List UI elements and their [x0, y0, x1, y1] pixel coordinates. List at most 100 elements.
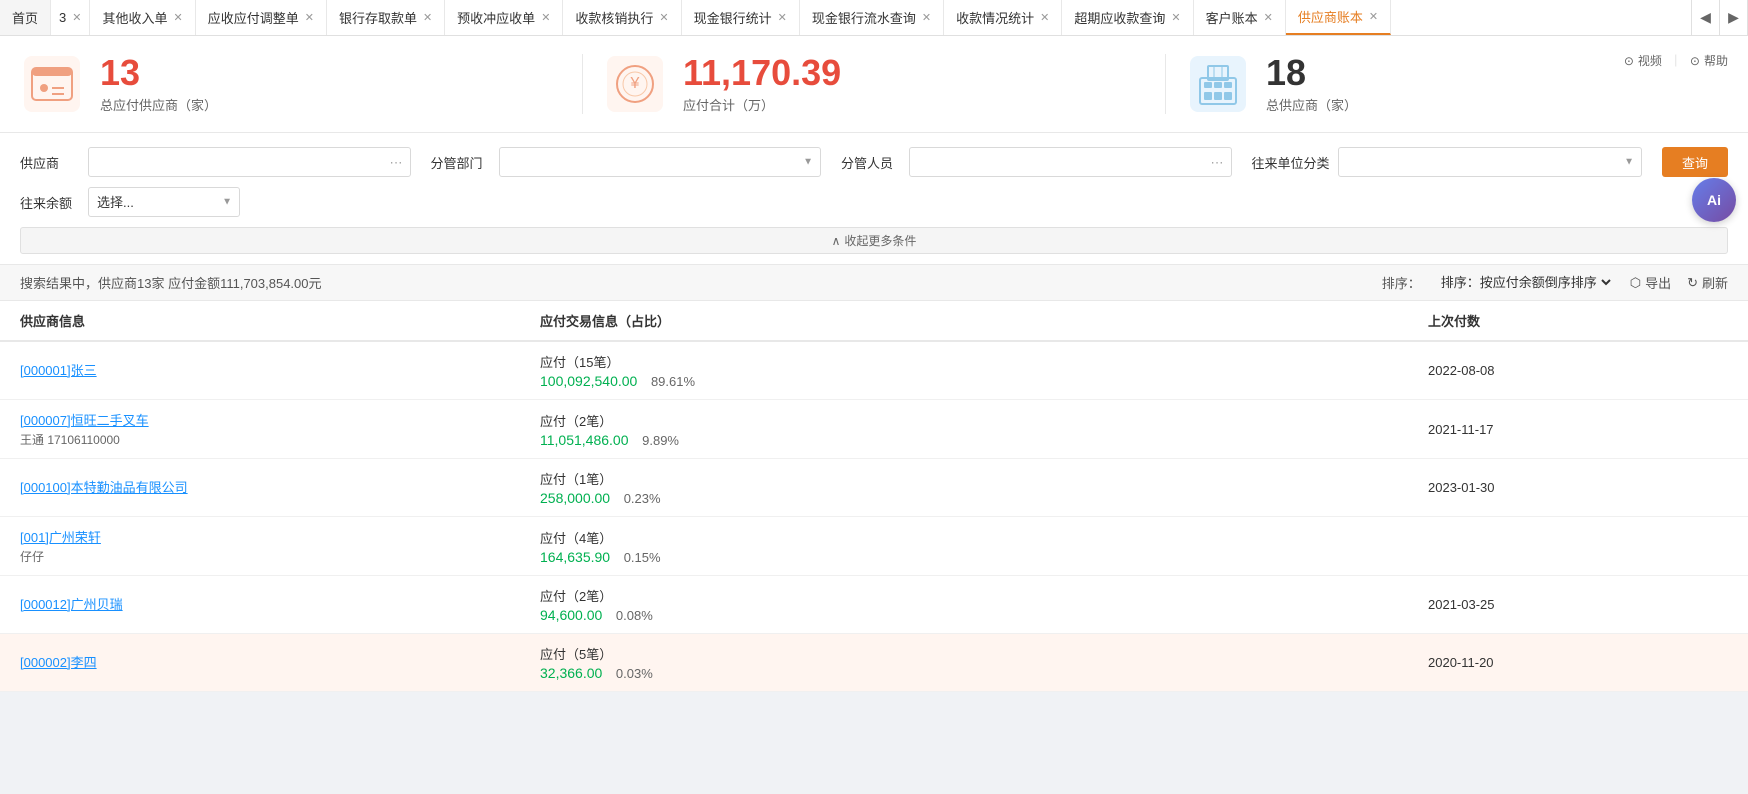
stats-header: 13 总应付供应商（家） ¥ 11,170.39 应付合计（万） [0, 36, 1748, 133]
circle-icon: ⊙ [1624, 54, 1634, 68]
nav-prev-arrow[interactable]: ◀ [1692, 0, 1720, 36]
export-label: 导出 [1645, 273, 1671, 292]
table-col-last-pay: 上次付数 [1428, 311, 1728, 330]
pay-info-2: 应付（2笔） 11,051,486.00 9.89% [540, 411, 1428, 448]
dept-select[interactable] [499, 147, 822, 177]
filter-row-1: 供应商 ··· 分管部门 ▼ 分管人员 ··· 往来单位分类 [20, 147, 1728, 177]
nav-other-income-label: 其他收入单 [102, 8, 167, 27]
close-icon[interactable]: ✕ [922, 11, 931, 24]
nav-customer-account[interactable]: 客户账本 ✕ [1194, 0, 1286, 35]
nav-cash-bank-flow-label: 现金银行流水查询 [812, 8, 916, 27]
nav-ap-adjust-label: 应收应付调整单 [208, 8, 299, 27]
stat-payable-suppliers: 13 总应付供应商（家） [20, 52, 562, 116]
stat-payable-total: ¥ 11,170.39 应付合计（万） [603, 52, 1145, 116]
video-link[interactable]: 视频 [1638, 52, 1662, 69]
category-select[interactable] [1338, 147, 1642, 177]
close-icon[interactable]: ✕ [541, 11, 550, 24]
supplier-dots-icon[interactable]: ··· [390, 155, 403, 170]
close-icon[interactable]: ✕ [1040, 11, 1049, 24]
nav-collect-verify[interactable]: 收款核销执行 ✕ [563, 0, 681, 35]
query-button[interactable]: 查询 [1662, 147, 1728, 177]
result-actions: 排序： 排序：按应付余额倒序排序 ⬡ 导出 ↻ 刷新 [1382, 273, 1728, 292]
payable-suppliers-number: 13 [100, 55, 217, 91]
pay-label-6: 应付（5笔） [540, 644, 1428, 663]
supplier-link-4[interactable]: [001]广州荣轩 [20, 527, 540, 546]
nav-next-arrow[interactable]: ▶ [1720, 0, 1748, 36]
person-dots-icon[interactable]: ··· [1211, 155, 1224, 170]
balance-label: 往来余额 [20, 193, 80, 212]
table-row: [000012]广州贝瑞 应付（2笔） 94,600.00 0.08% 2021… [0, 576, 1748, 634]
payable-suppliers-label: 总应付供应商（家） [100, 95, 217, 114]
nav-tab1[interactable]: 3 ✕ [51, 0, 90, 35]
pay-label-2: 应付（2笔） [540, 411, 1428, 430]
supplier-link-1[interactable]: [000001]张三 [20, 360, 540, 379]
nav-supplier-account[interactable]: 供应商账本 ✕ [1286, 0, 1391, 35]
close-icon[interactable]: ✕ [778, 11, 787, 24]
stat-divider-1 [582, 54, 583, 114]
filter-balance: 往来余额 选择... ▼ [20, 187, 240, 217]
close-icon[interactable]: ✕ [72, 11, 81, 24]
help-link[interactable]: 帮助 [1704, 52, 1728, 69]
close-icon[interactable]: ✕ [305, 11, 314, 24]
close-icon[interactable]: ✕ [659, 11, 668, 24]
close-icon[interactable]: ✕ [173, 11, 182, 24]
supplier-input-wrapper: ··· [88, 147, 411, 177]
payable-total-label: 应付合计（万） [683, 95, 841, 114]
pay-pct-2: 9.89% [642, 433, 679, 448]
table-scroll[interactable]: [000001]张三 应付（15笔） 100,092,540.00 89.61%… [0, 342, 1748, 692]
table-row: [000001]张三 应付（15笔） 100,092,540.00 89.61%… [0, 342, 1748, 400]
nav-customer-account-label: 客户账本 [1206, 8, 1258, 27]
sort-label: 排序： [1382, 273, 1421, 292]
supplier-sub-4: 仔仔 [20, 550, 44, 564]
last-pay-5: 2021-03-25 [1428, 597, 1728, 612]
export-button[interactable]: ⬡ 导出 [1630, 273, 1671, 292]
nav-overdue-collect[interactable]: 超期应收款查询 ✕ [1062, 0, 1193, 35]
nav-advance-verify[interactable]: 预收冲应收单 ✕ [445, 0, 563, 35]
nav-cash-bank-stat[interactable]: 现金银行统计 ✕ [682, 0, 800, 35]
close-icon[interactable]: ✕ [1171, 11, 1180, 24]
balance-select[interactable]: 选择... [88, 187, 240, 217]
svg-text:¥: ¥ [630, 75, 640, 92]
refresh-button[interactable]: ↻ 刷新 [1687, 273, 1728, 292]
filter-person: 分管人员 ··· [841, 147, 1232, 177]
nav-ap-adjust[interactable]: 应收应付调整单 ✕ [196, 0, 327, 35]
person-label: 分管人员 [841, 153, 901, 172]
stat-text-1: 13 总应付供应商（家） [100, 55, 217, 114]
nav-other-income[interactable]: 其他收入单 ✕ [90, 0, 195, 35]
supplier-link-5[interactable]: [000012]广州贝瑞 [20, 594, 540, 613]
nav-home[interactable]: 首页 [0, 0, 51, 35]
pay-info-1: 应付（15笔） 100,092,540.00 89.61% [540, 352, 1428, 389]
collapse-button[interactable]: ∧ 收起更多条件 [20, 227, 1728, 254]
pay-amount-1: 100,092,540.00 [540, 373, 637, 389]
ai-button[interactable]: Ai [1692, 178, 1736, 222]
supplier-link-2[interactable]: [000007]恒旺二手叉车 [20, 410, 540, 429]
export-icon: ⬡ [1630, 275, 1641, 291]
supplier-link-3[interactable]: [000100]本特勤油品有限公司 [20, 477, 540, 496]
pay-info-6: 应付（5笔） 32,366.00 0.03% [540, 644, 1428, 681]
person-input[interactable] [909, 147, 1232, 177]
stat-text-2: 11,170.39 应付合计（万） [683, 55, 841, 114]
result-summary: 搜索结果中，供应商13家 应付金额111,703,854.00元 [20, 273, 322, 292]
nav-cash-bank-flow[interactable]: 现金银行流水查询 ✕ [800, 0, 944, 35]
stat-icon-1 [20, 52, 84, 116]
supplier-link-6[interactable]: [000002]李四 [20, 652, 540, 671]
sort-select[interactable]: 排序：按应付余额倒序排序 [1437, 274, 1614, 291]
pay-label-5: 应付（2笔） [540, 586, 1428, 605]
nav-collect-stat[interactable]: 收款情况统计 ✕ [944, 0, 1062, 35]
supplier-info-1: [000001]张三 [20, 360, 540, 381]
pay-amount-5: 94,600.00 [540, 607, 602, 623]
supplier-input[interactable] [88, 147, 411, 177]
pay-pct-1: 89.61% [651, 374, 695, 389]
supplier-info-6: [000002]李四 [20, 652, 540, 673]
nav-home-label: 首页 [12, 8, 38, 27]
close-icon[interactable]: ✕ [423, 11, 432, 24]
close-icon[interactable]: ✕ [1264, 11, 1273, 24]
nav-bank-deposit[interactable]: 银行存取款单 ✕ [327, 0, 445, 35]
nav-bar: 首页 3 ✕ 其他收入单 ✕ 应收应付调整单 ✕ 银行存取款单 ✕ 预收冲应收单… [0, 0, 1748, 36]
supplier-sub-2: 王通 17106110000 [20, 433, 120, 447]
close-icon[interactable]: ✕ [1369, 10, 1378, 23]
refresh-icon: ↻ [1687, 275, 1698, 291]
table-row: [001]广州荣轩 仔仔 应付（4笔） 164,635.90 0.15% [0, 517, 1748, 576]
pay-pct-4: 0.15% [624, 550, 661, 565]
filter-supplier: 供应商 ··· [20, 147, 411, 177]
